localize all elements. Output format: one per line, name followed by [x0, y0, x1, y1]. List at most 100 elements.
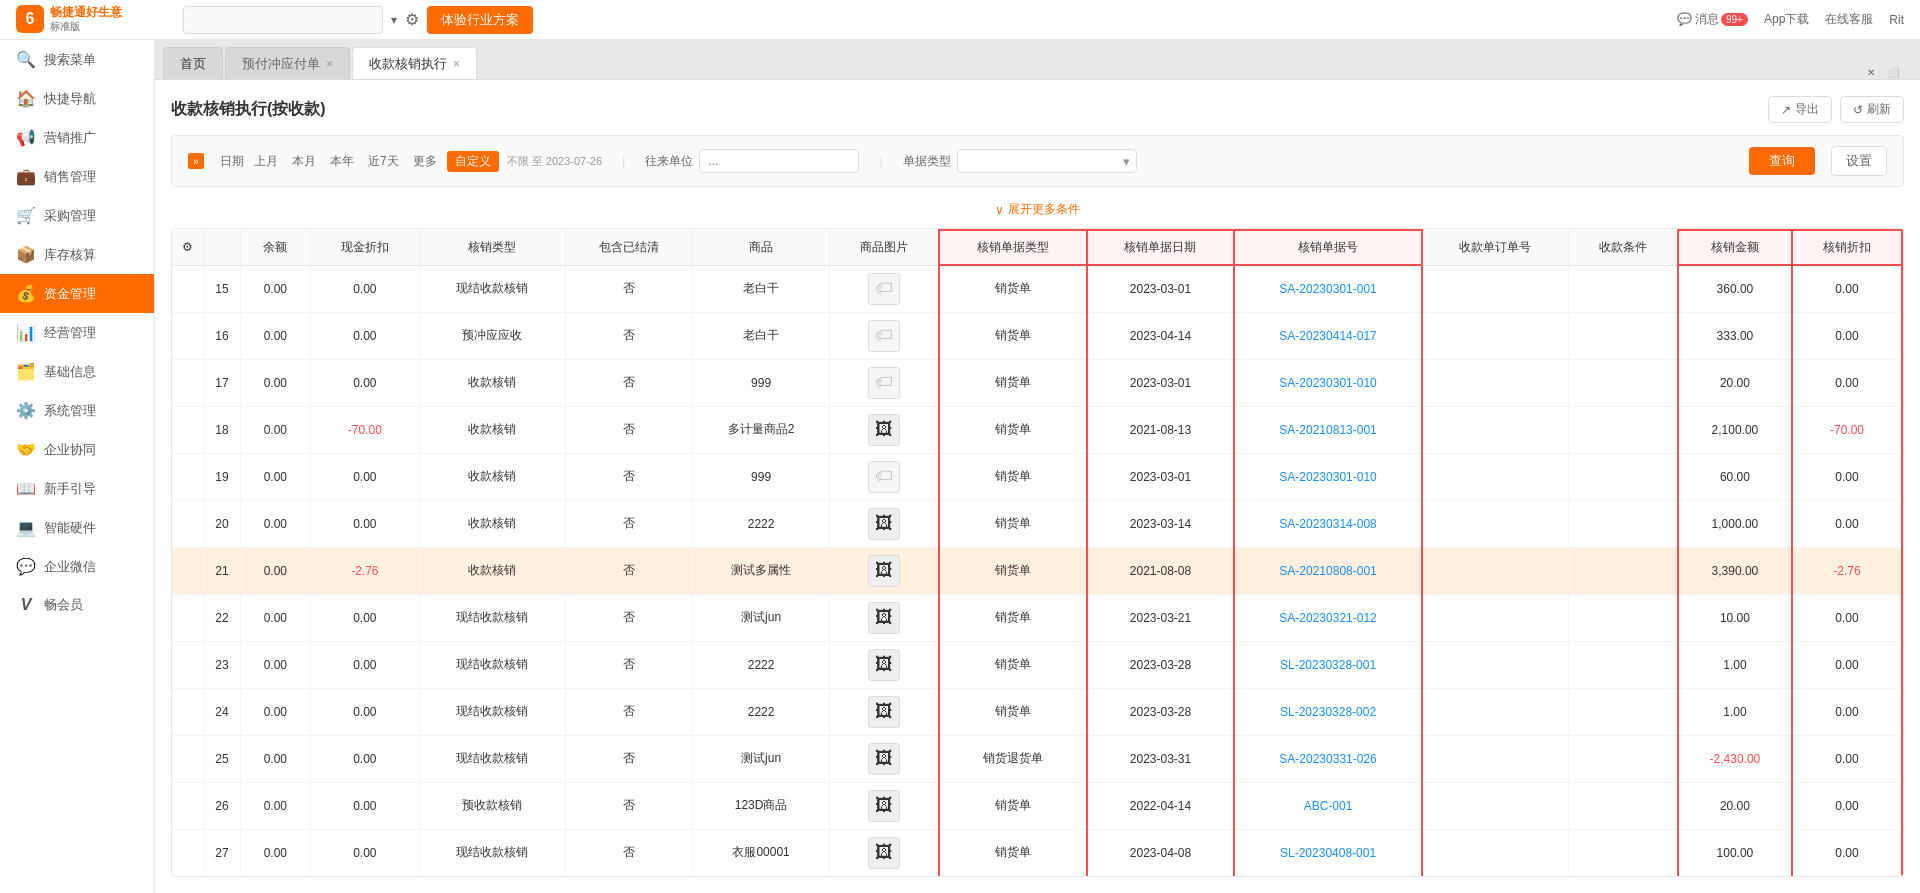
- sidebar-item-purchase[interactable]: 🛒 采购管理: [0, 196, 154, 235]
- query-button[interactable]: 查询: [1749, 147, 1815, 175]
- partner-filter-label: 往来单位: [645, 153, 693, 170]
- verify-bill-link[interactable]: SA-20210813-001: [1279, 423, 1376, 437]
- sidebar-item-inventory[interactable]: 📦 库存核算: [0, 235, 154, 274]
- last-month-btn[interactable]: 上月: [250, 151, 282, 172]
- verify-bill-link[interactable]: SA-20230331-026: [1279, 752, 1376, 766]
- data-table: ⚙ 余额 现金折扣 核销类型 包含已结清 商品 商品图片 核销单据类型 核销单据…: [172, 229, 1903, 877]
- sales-icon: 💼: [16, 167, 36, 186]
- partner-input[interactable]: [699, 149, 859, 173]
- search-icon: 🔍: [16, 50, 36, 69]
- table-header-row: ⚙ 余额 现金折扣 核销类型 包含已结清 商品 商品图片 核销单据类型 核销单据…: [172, 230, 1902, 265]
- purchase-icon: 🛒: [16, 206, 36, 225]
- verify-bill-link[interactable]: SA-20230314-008: [1279, 517, 1376, 531]
- verify-bill-link[interactable]: SL-20230328-002: [1280, 705, 1376, 719]
- td-balance: 0.00: [240, 876, 311, 877]
- member-icon: V: [16, 596, 36, 614]
- settings-icon[interactable]: ⚙: [405, 10, 419, 29]
- td-verify-amount: 2,100.00: [1678, 406, 1792, 453]
- more-date-btn[interactable]: 更多: [409, 151, 441, 172]
- sidebar-item-basic[interactable]: 🗂️ 基础信息: [0, 352, 154, 391]
- td-receipt-order-no: [1422, 406, 1569, 453]
- filter-collapse-btn[interactable]: »: [188, 153, 204, 169]
- message-icon[interactable]: 💬 消息99+: [1677, 11, 1748, 28]
- td-cash-discount: 0.00: [311, 876, 419, 877]
- verify-bill-link[interactable]: SA-20230301-010: [1279, 470, 1376, 484]
- td-balance: 0.00: [240, 312, 311, 359]
- tab-receipts[interactable]: 收款核销执行 ×: [352, 47, 477, 79]
- td-gear: [172, 312, 204, 359]
- custom-date-btn[interactable]: 自定义: [447, 151, 499, 172]
- voucher-type-select[interactable]: [957, 149, 1137, 173]
- app-download-link[interactable]: App下载: [1764, 11, 1809, 28]
- td-verify-bill-date: 2023-03-28: [1087, 641, 1235, 688]
- dropdown-arrow[interactable]: ▾: [391, 13, 397, 27]
- th-verify-bill-date: 核销单据日期: [1087, 230, 1235, 265]
- date-range-display: 不限 至 2023-07-26: [507, 154, 602, 169]
- home-icon: 🏠: [16, 89, 36, 108]
- window-close-btn[interactable]: ✕: [1864, 65, 1878, 79]
- verify-bill-link[interactable]: SA-20230301-010: [1279, 376, 1376, 390]
- td-goods: 测试jun: [692, 594, 830, 641]
- sidebar-item-guide[interactable]: 📖 新手引导: [0, 469, 154, 508]
- sidebar-item-system[interactable]: ⚙️ 系统管理: [0, 391, 154, 430]
- td-goods: 多计量商品2: [692, 406, 830, 453]
- this-year-btn[interactable]: 本年: [326, 151, 358, 172]
- td-verify-discount: 0.00: [1792, 359, 1902, 406]
- td-goods: 2222: [692, 876, 830, 877]
- sidebar-item-enterprise[interactable]: 🤝 企业协同: [0, 430, 154, 469]
- td-cash-discount: 0.00: [311, 641, 419, 688]
- td-seq: 27: [204, 829, 240, 876]
- tab-home[interactable]: 首页: [163, 47, 223, 79]
- sidebar-item-wechat[interactable]: 💬 企业微信: [0, 547, 154, 586]
- last-7days-btn[interactable]: 近7天: [364, 151, 403, 172]
- td-cash-discount: 0.00: [311, 453, 419, 500]
- sidebar-item-search[interactable]: 🔍 搜索菜单: [0, 40, 154, 79]
- refresh-button[interactable]: ↺ 刷新: [1840, 96, 1904, 123]
- td-verify-bill-no: SL-20230418-001: [1234, 876, 1422, 877]
- td-goods-image: 🖼: [830, 829, 939, 876]
- th-gear[interactable]: ⚙: [172, 230, 204, 265]
- top-search-input[interactable]: [183, 6, 383, 34]
- voucher-type-label: 单据类型: [903, 153, 951, 170]
- verify-bill-link[interactable]: SA-20230301-001: [1279, 282, 1376, 296]
- settings-button[interactable]: 设置: [1831, 146, 1887, 176]
- this-month-btn[interactable]: 本月: [288, 151, 320, 172]
- tab-prepay-close[interactable]: ×: [326, 57, 333, 71]
- window-maximize-btn[interactable]: ⬜: [1886, 65, 1900, 79]
- td-seq: 20: [204, 500, 240, 547]
- sidebar-item-operations[interactable]: 📊 经营管理: [0, 313, 154, 352]
- industry-solution-button[interactable]: 体验行业方案: [427, 6, 533, 34]
- sidebar-item-member[interactable]: V 畅会员: [0, 586, 154, 624]
- td-verify-bill-type: 销货单: [939, 829, 1087, 876]
- tab-prepay[interactable]: 预付冲应付单 ×: [225, 47, 350, 79]
- app-badge: 标准版: [50, 20, 122, 34]
- td-include-settled: 否: [565, 876, 692, 877]
- online-service-link[interactable]: 在线客服: [1825, 11, 1873, 28]
- tab-receipts-close[interactable]: ×: [453, 57, 460, 71]
- td-verify-amount: 333.00: [1678, 312, 1792, 359]
- td-verify-type: 预收款核销: [419, 782, 565, 829]
- verify-bill-link[interactable]: SA-20210808-001: [1279, 564, 1376, 578]
- sidebar-item-finance[interactable]: 💰 资金管理: [0, 274, 154, 313]
- table-row: 15 0.00 0.00 现结收款核销 否 老白干 🏷 销货单 2023-03-…: [172, 265, 1902, 312]
- td-gear: [172, 500, 204, 547]
- td-verify-discount: -2.76: [1792, 547, 1902, 594]
- td-verify-type: 收款核销: [419, 547, 565, 594]
- verify-bill-link[interactable]: SL-20230328-001: [1280, 658, 1376, 672]
- sidebar-item-quick-nav[interactable]: 🏠 快捷导航: [0, 79, 154, 118]
- td-goods: 老白干: [692, 265, 830, 312]
- verify-bill-link[interactable]: SA-20230321-012: [1279, 611, 1376, 625]
- verify-bill-link[interactable]: SA-20230414-017: [1279, 329, 1376, 343]
- sidebar-item-smart[interactable]: 💻 智能硬件: [0, 508, 154, 547]
- td-include-settled: 否: [565, 312, 692, 359]
- export-button[interactable]: ↗ 导出: [1768, 96, 1832, 123]
- sidebar-item-marketing[interactable]: 📢 营销推广: [0, 118, 154, 157]
- td-receipt-condition: [1569, 829, 1678, 876]
- td-receipt-condition: [1569, 500, 1678, 547]
- sidebar-item-sales[interactable]: 💼 销售管理: [0, 157, 154, 196]
- table-row: 24 0.00 0.00 现结收款核销 否 2222 🖼 销货单 2023-03…: [172, 688, 1902, 735]
- verify-bill-link[interactable]: ABC-001: [1304, 799, 1353, 813]
- expand-more-btn[interactable]: ∨ 展开更多条件: [995, 201, 1080, 218]
- td-cash-discount: 0.00: [311, 782, 419, 829]
- verify-bill-link[interactable]: SL-20230408-001: [1280, 846, 1376, 860]
